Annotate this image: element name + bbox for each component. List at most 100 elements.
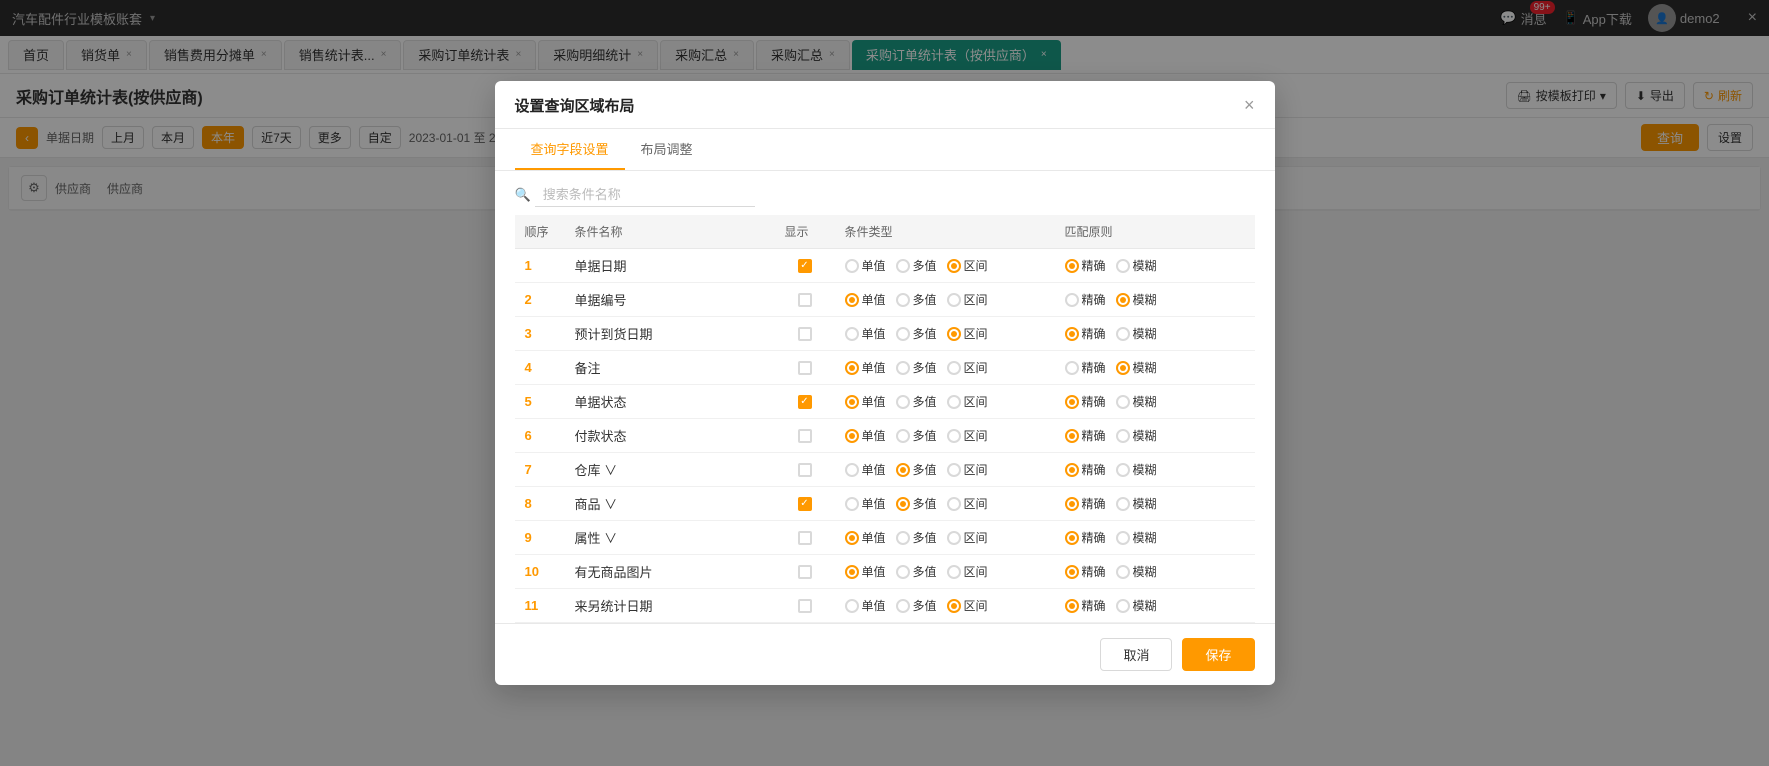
modal-tab-layout-adjust-label: 布局调整 [641, 142, 693, 157]
radio-type-区间-8[interactable]: 区间 [947, 529, 988, 546]
row-type-10: 单值多值区间 [835, 589, 1055, 623]
radio-match-精确-9[interactable]: 精确 [1065, 563, 1106, 580]
checkbox-display-8[interactable] [798, 531, 812, 545]
radio-type-单值-8[interactable]: 单值 [845, 529, 886, 546]
row-display-4[interactable] [775, 385, 835, 419]
checkbox-display-6[interactable] [798, 463, 812, 477]
row-display-7[interactable] [775, 487, 835, 521]
radio-type-多值-10[interactable]: 多值 [896, 597, 937, 614]
radio-type-区间-1[interactable]: 区间 [947, 291, 988, 308]
radio-match-精确-7[interactable]: 精确 [1065, 495, 1106, 512]
row-display-3[interactable] [775, 351, 835, 385]
radio-type-区间-10[interactable]: 区间 [947, 597, 988, 614]
checkbox-display-4[interactable] [798, 395, 812, 409]
row-display-2[interactable] [775, 317, 835, 351]
radio-match-精确-4[interactable]: 精确 [1065, 393, 1106, 410]
checkbox-display-10[interactable] [798, 599, 812, 613]
radio-circle-type-单值-1 [845, 293, 859, 307]
radio-type-区间-3[interactable]: 区间 [947, 359, 988, 376]
radio-type-多值-2[interactable]: 多值 [896, 325, 937, 342]
save-button[interactable]: 保存 [1182, 638, 1254, 671]
radio-match-模糊-10[interactable]: 模糊 [1116, 597, 1157, 614]
radio-circle-type-区间-1 [947, 293, 961, 307]
row-type-5: 单值多值区间 [835, 419, 1055, 453]
checkbox-display-5[interactable] [798, 429, 812, 443]
modal-overlay: 设置查询区域布局 × 查询字段设置 布局调整 🔍 顺序 条件名称 [0, 0, 1769, 766]
row-type-2: 单值多值区间 [835, 317, 1055, 351]
checkbox-display-9[interactable] [798, 565, 812, 579]
row-display-5[interactable] [775, 419, 835, 453]
row-display-1[interactable] [775, 283, 835, 317]
radio-type-单值-7[interactable]: 单值 [845, 495, 886, 512]
radio-match-精确-1[interactable]: 精确 [1065, 291, 1106, 308]
radio-type-单值-6[interactable]: 单值 [845, 461, 886, 478]
radio-match-精确-8[interactable]: 精确 [1065, 529, 1106, 546]
radio-type-多值-7[interactable]: 多值 [896, 495, 937, 512]
radio-type-单值-3[interactable]: 单值 [845, 359, 886, 376]
checkbox-display-0[interactable] [798, 259, 812, 273]
radio-type-单值-9[interactable]: 单值 [845, 563, 886, 580]
modal-title: 设置查询区域布局 [515, 95, 635, 116]
radio-match-模糊-6[interactable]: 模糊 [1116, 461, 1157, 478]
radio-type-单值-1[interactable]: 单值 [845, 291, 886, 308]
radio-circle-match-精确-3 [1065, 361, 1079, 375]
radio-type-多值-9[interactable]: 多值 [896, 563, 937, 580]
modal-tab-field-settings[interactable]: 查询字段设置 [515, 129, 625, 170]
radio-type-多值-1[interactable]: 多值 [896, 291, 937, 308]
radio-match-精确-0[interactable]: 精确 [1065, 257, 1106, 274]
radio-type-区间-2[interactable]: 区间 [947, 325, 988, 342]
radio-match-精确-6[interactable]: 精确 [1065, 461, 1106, 478]
radio-match-精确-5[interactable]: 精确 [1065, 427, 1106, 444]
search-input[interactable] [535, 183, 755, 207]
row-order-4: 5 [515, 385, 565, 419]
radio-type-单值-5[interactable]: 单值 [845, 427, 886, 444]
radio-circle-type-多值-2 [896, 327, 910, 341]
table-row: 8商品 ∨单值多值区间精确模糊 [515, 487, 1255, 521]
row-display-0[interactable] [775, 249, 835, 283]
radio-type-区间-0[interactable]: 区间 [947, 257, 988, 274]
radio-match-模糊-8[interactable]: 模糊 [1116, 529, 1157, 546]
radio-type-区间-6[interactable]: 区间 [947, 461, 988, 478]
radio-circle-match-模糊-0 [1116, 259, 1130, 273]
checkbox-display-2[interactable] [798, 327, 812, 341]
radio-type-单值-2[interactable]: 单值 [845, 325, 886, 342]
radio-type-区间-4[interactable]: 区间 [947, 393, 988, 410]
radio-type-多值-6[interactable]: 多值 [896, 461, 937, 478]
radio-match-模糊-7[interactable]: 模糊 [1116, 495, 1157, 512]
radio-type-多值-4[interactable]: 多值 [896, 393, 937, 410]
radio-match-精确-2[interactable]: 精确 [1065, 325, 1106, 342]
radio-type-多值-5[interactable]: 多值 [896, 427, 937, 444]
radio-type-单值-0[interactable]: 单值 [845, 257, 886, 274]
row-display-9[interactable] [775, 555, 835, 589]
row-match-4: 精确模糊 [1055, 385, 1255, 419]
checkbox-display-1[interactable] [798, 293, 812, 307]
checkbox-display-7[interactable] [798, 497, 812, 511]
row-type-7: 单值多值区间 [835, 487, 1055, 521]
radio-type-区间-7[interactable]: 区间 [947, 495, 988, 512]
radio-match-精确-3[interactable]: 精确 [1065, 359, 1106, 376]
radio-type-多值-0[interactable]: 多值 [896, 257, 937, 274]
radio-match-模糊-2[interactable]: 模糊 [1116, 325, 1157, 342]
radio-type-区间-9[interactable]: 区间 [947, 563, 988, 580]
row-display-10[interactable] [775, 589, 835, 623]
th-name: 条件名称 [565, 215, 775, 249]
radio-type-多值-3[interactable]: 多值 [896, 359, 937, 376]
radio-match-模糊-5[interactable]: 模糊 [1116, 427, 1157, 444]
radio-type-区间-5[interactable]: 区间 [947, 427, 988, 444]
radio-match-模糊-0[interactable]: 模糊 [1116, 257, 1157, 274]
radio-type-多值-8[interactable]: 多值 [896, 529, 937, 546]
radio-match-模糊-1[interactable]: 模糊 [1116, 291, 1157, 308]
radio-match-模糊-3[interactable]: 模糊 [1116, 359, 1157, 376]
radio-type-单值-4[interactable]: 单值 [845, 393, 886, 410]
checkbox-display-3[interactable] [798, 361, 812, 375]
row-display-8[interactable] [775, 521, 835, 555]
row-display-6[interactable] [775, 453, 835, 487]
modal-close-button[interactable]: × [1244, 95, 1255, 116]
cancel-button[interactable]: 取消 [1100, 638, 1172, 671]
radio-match-模糊-4[interactable]: 模糊 [1116, 393, 1157, 410]
radio-circle-type-区间-8 [947, 531, 961, 545]
radio-match-模糊-9[interactable]: 模糊 [1116, 563, 1157, 580]
radio-match-精确-10[interactable]: 精确 [1065, 597, 1106, 614]
modal-tab-layout-adjust[interactable]: 布局调整 [625, 129, 709, 170]
radio-type-单值-10[interactable]: 单值 [845, 597, 886, 614]
